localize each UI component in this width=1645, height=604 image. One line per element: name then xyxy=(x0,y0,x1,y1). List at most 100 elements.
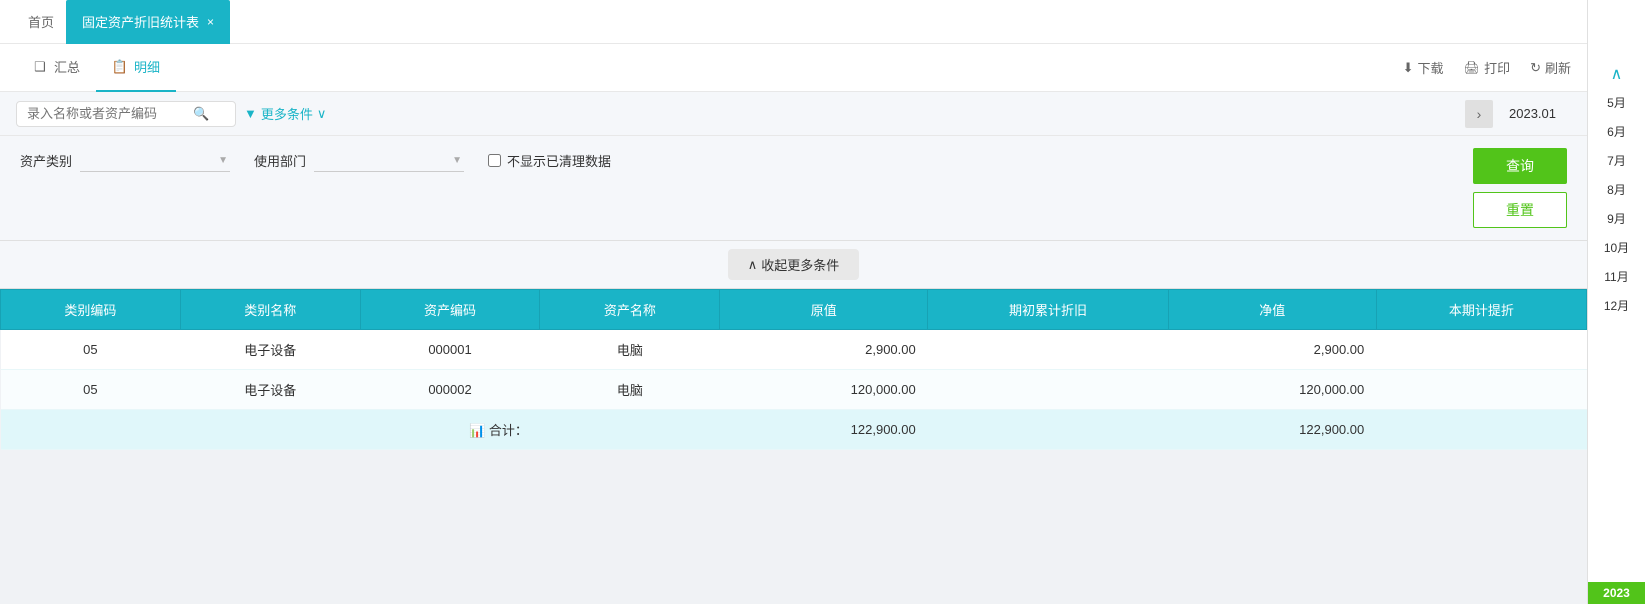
toolbar-right: ⬇ 下载 🖨 打印 ↻ 刷新 xyxy=(1403,58,1571,77)
collapse-row: ∧ 收起更多条件 xyxy=(0,241,1587,289)
data-table-wrapper: 类别编码 类别名称 资产编码 资产名称 原值 期初累计折旧 净值 本期计提折 0… xyxy=(0,289,1587,604)
month-item[interactable]: 9月 xyxy=(1604,204,1629,233)
refresh-icon: ↻ xyxy=(1530,60,1541,76)
asset-category-label: 资产类别 xyxy=(20,151,72,170)
data-table: 类别编码 类别名称 资产编码 资产名称 原值 期初累计折旧 净值 本期计提折 0… xyxy=(0,289,1587,450)
col-category-code: 类别编码 xyxy=(1,290,181,330)
print-label: 打印 xyxy=(1484,58,1510,77)
search-box: 🔍 xyxy=(16,101,236,127)
toolbar: ❑ 汇总 📋 明细 ⬇ 下载 🖨 打印 ↻ 刷新 xyxy=(0,44,1587,92)
total-empty xyxy=(540,410,720,450)
cell-asset-name: 电脑 xyxy=(540,370,720,410)
cell-category-code: 05 xyxy=(1,370,181,410)
year-badge: 2023 xyxy=(1588,582,1645,604)
collapse-label: 收起更多条件 xyxy=(761,255,839,274)
reset-button[interactable]: 重置 xyxy=(1473,192,1567,228)
table-header-row: 类别编码 类别名称 资产编码 资产名称 原值 期初累计折旧 净值 本期计提折 xyxy=(1,290,1587,330)
cell-net-value: 120,000.00 xyxy=(1168,370,1376,410)
month-item[interactable]: 10月 xyxy=(1604,233,1629,262)
total-label: 📊 合计： xyxy=(180,410,540,450)
hide-cleared-group: 不显示已清理数据 xyxy=(488,151,611,170)
total-row: 📊 合计： 122,900.00 122,900.00 xyxy=(1,410,1587,450)
month-nav-up[interactable]: ∧ xyxy=(1611,60,1623,88)
download-button[interactable]: ⬇ 下载 xyxy=(1403,58,1444,77)
panel-collapse-arrow[interactable]: › xyxy=(1465,100,1493,128)
filter-actions: 查询 重置 xyxy=(1473,148,1567,228)
detail-icon: 📋 xyxy=(112,59,128,75)
download-icon: ⬇ xyxy=(1403,60,1414,76)
col-category-name: 类别名称 xyxy=(180,290,360,330)
cell-asset-code: 000001 xyxy=(360,330,540,370)
col-original-value: 原值 xyxy=(720,290,928,330)
search-icon[interactable]: 🔍 xyxy=(193,106,209,122)
col-accum-depr: 期初累计折旧 xyxy=(928,290,1169,330)
filter-fields: 资产类别 ▼ 使用部门 ▼ xyxy=(20,148,1473,172)
hide-cleared-checkbox[interactable] xyxy=(488,154,501,167)
month-item[interactable]: 12月 xyxy=(1604,291,1629,320)
col-current-depr: 本期计提折 xyxy=(1376,290,1586,330)
more-conditions-label: 更多条件 xyxy=(261,104,313,123)
cell-accum-depr xyxy=(928,370,1169,410)
asset-category-select[interactable] xyxy=(80,148,230,172)
use-department-select[interactable] xyxy=(314,148,464,172)
cell-category-code: 05 xyxy=(1,330,181,370)
refresh-button[interactable]: ↻ 刷新 xyxy=(1530,58,1571,77)
arrow-right-icon: › xyxy=(1477,106,1482,122)
tab-title: 固定资产折旧统计表 xyxy=(82,12,199,31)
cell-net-value: 2,900.00 xyxy=(1168,330,1376,370)
refresh-label: 刷新 xyxy=(1545,58,1571,77)
total-accum-depr xyxy=(928,410,1169,450)
hide-cleared-label: 不显示已清理数据 xyxy=(507,151,611,170)
more-conditions-button[interactable]: ▼ 更多条件 ∨ xyxy=(244,104,326,123)
asset-category-select-wrapper: ▼ xyxy=(80,148,230,172)
col-asset-code: 资产编码 xyxy=(360,290,540,330)
month-item[interactable]: 7月 xyxy=(1604,146,1629,175)
total-current-depr xyxy=(1376,410,1586,450)
print-icon: 🖨 xyxy=(1464,60,1481,76)
tab-close-button[interactable]: × xyxy=(207,15,214,29)
use-department-field: 使用部门 ▼ xyxy=(254,148,464,172)
filter-icon: ▼ xyxy=(244,106,257,121)
cell-original-value: 2,900.00 xyxy=(720,330,928,370)
table-row: 05 电子设备 000001 电脑 2,900.00 2,900.00 xyxy=(1,330,1587,370)
tab-summary-label: 汇总 xyxy=(54,57,80,76)
advanced-filter: 资产类别 ▼ 使用部门 ▼ xyxy=(0,136,1587,241)
month-item[interactable]: 8月 xyxy=(1604,175,1629,204)
top-nav: 首页 固定资产折旧统计表 × ✕ xyxy=(0,0,1587,44)
col-net-value: 净值 xyxy=(1168,290,1376,330)
chevron-down-icon: ∨ xyxy=(317,106,327,122)
month-item[interactable]: 6月 xyxy=(1604,117,1629,146)
month-item[interactable]: 11月 xyxy=(1604,262,1629,291)
col-asset-name: 资产名称 xyxy=(540,290,720,330)
asset-category-field: 资产类别 ▼ xyxy=(20,148,230,172)
print-button[interactable]: 🖨 打印 xyxy=(1464,58,1511,77)
table-row: 05 电子设备 000002 电脑 120,000.00 120,000.00 xyxy=(1,370,1587,410)
tab-detail[interactable]: 📋 明细 xyxy=(96,44,176,92)
layers-icon: ❑ xyxy=(32,59,48,75)
cell-asset-name: 电脑 xyxy=(540,330,720,370)
use-department-label: 使用部门 xyxy=(254,151,306,170)
cell-current-depr xyxy=(1376,370,1586,410)
right-month-panel: ∧ 5月6月7月8月9月10月11月12月 2023 xyxy=(1587,0,1645,604)
cell-original-value: 120,000.00 xyxy=(720,370,928,410)
filter-bar: 🔍 ▼ 更多条件 ∨ › 2023.01 xyxy=(0,92,1587,136)
cell-current-depr xyxy=(1376,330,1586,370)
download-label: 下载 xyxy=(1418,58,1444,77)
active-tab: 固定资产折旧统计表 × xyxy=(66,0,230,44)
total-icon-cell xyxy=(1,410,181,450)
tab-summary[interactable]: ❑ 汇总 xyxy=(16,44,96,92)
date-display: 2023.01 xyxy=(1501,106,1571,121)
query-button[interactable]: 查询 xyxy=(1473,148,1567,184)
search-input[interactable] xyxy=(27,106,187,121)
tab-detail-label: 明细 xyxy=(134,57,160,76)
month-item[interactable]: 5月 xyxy=(1604,88,1629,117)
total-original-value: 122,900.00 xyxy=(720,410,928,450)
total-net-value: 122,900.00 xyxy=(1168,410,1376,450)
cell-accum-depr xyxy=(928,330,1169,370)
use-department-select-wrapper: ▼ xyxy=(314,148,464,172)
collapse-button[interactable]: ∧ 收起更多条件 xyxy=(728,249,860,280)
cell-asset-code: 000002 xyxy=(360,370,540,410)
chevron-up-icon: ∧ xyxy=(748,257,758,273)
cell-category-name: 电子设备 xyxy=(180,330,360,370)
home-tab[interactable]: 首页 xyxy=(16,12,66,31)
